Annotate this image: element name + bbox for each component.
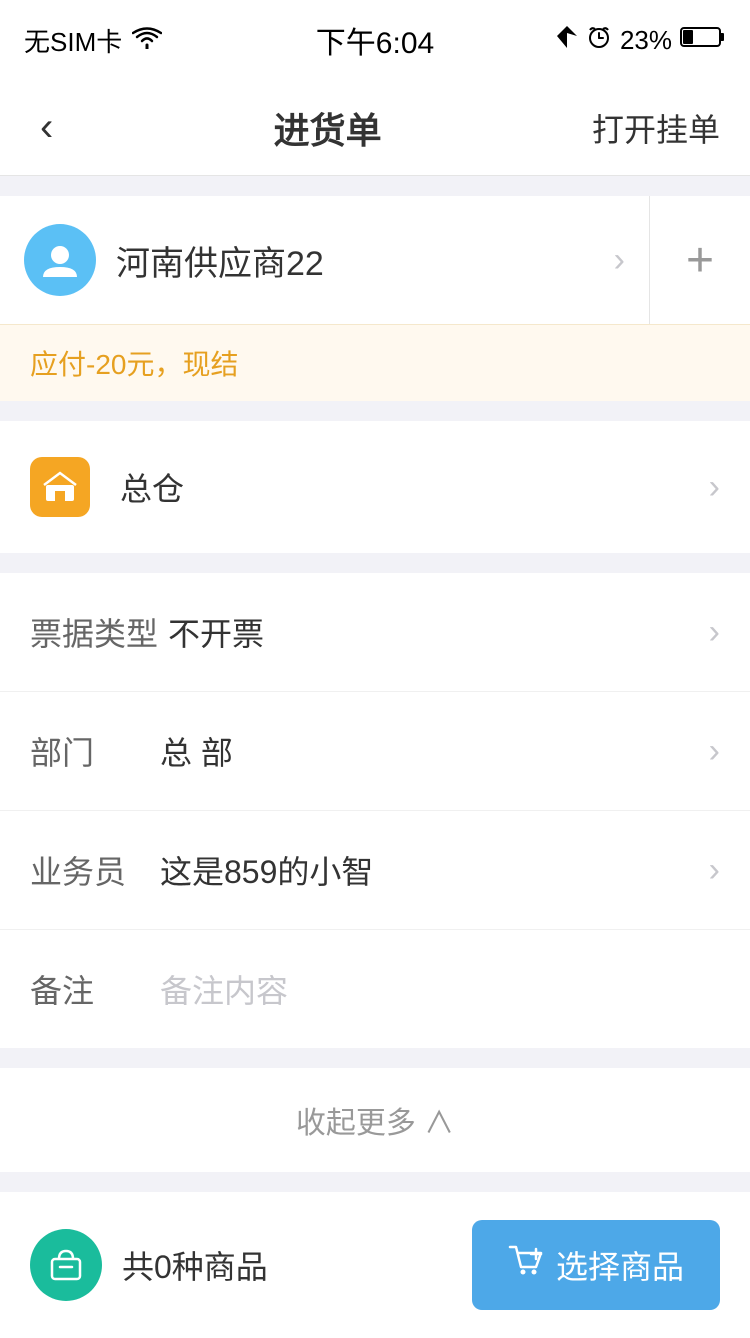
gap-1 [0,176,750,196]
warehouse-name: 总仓 [120,464,699,510]
back-button[interactable]: ‹ [30,95,63,160]
supplier-avatar [24,224,96,296]
add-supplier-button[interactable]: + [650,196,750,324]
department-label: 部门 [30,728,150,774]
select-goods-button[interactable]: 选择商品 [472,1220,720,1310]
remark-row[interactable]: 备注 备注内容 [0,930,750,1048]
salesperson-chevron-icon: › [709,851,720,890]
select-goods-label: 选择商品 [556,1242,684,1288]
battery-label: 23% [620,25,672,56]
wifi-icon [132,25,162,56]
salesperson-label: 业务员 [30,847,150,893]
carrier-label: 无SIM卡 [24,22,122,59]
goods-count: 共0种商品 [122,1242,452,1288]
bottom-section: 共0种商品 选择商品 [0,1192,750,1338]
alarm-icon [586,24,612,57]
battery-icon [680,25,726,56]
warehouse-chevron-icon: › [709,468,720,507]
warehouse-section: 总仓 › [0,421,750,553]
department-value: 总 部 [160,728,699,774]
goods-icon [30,1229,102,1301]
warehouse-icon-bg [30,457,90,517]
invoice-type-row[interactable]: 票据类型 不开票 › [0,573,750,692]
invoice-type-value: 不开票 [168,609,699,655]
open-pending-button[interactable]: 打开挂单 [592,105,720,151]
content: 河南供应商22 › + 应付-20元，现结 总仓 › 票据类型 不开票 › [0,176,750,1338]
location-icon [556,25,578,56]
collapse-row[interactable]: 收起更多 ∧ [0,1068,750,1172]
status-bar: 无SIM卡 下午6:04 23% [0,0,750,80]
supplier-selector[interactable]: 河南供应商22 › [0,196,650,324]
remark-label: 备注 [30,966,150,1012]
remark-input[interactable]: 备注内容 [160,966,720,1012]
warehouse-row[interactable]: 总仓 › [0,421,750,553]
supplier-name: 河南供应商22 [116,236,604,285]
supplier-chevron-icon: › [614,241,625,280]
status-time: 下午6:04 [316,18,434,62]
nav-bar: ‹ 进货单 打开挂单 [0,80,750,176]
invoice-type-label: 票据类型 [30,609,158,655]
department-chevron-icon: › [709,732,720,771]
invoice-type-chevron-icon: › [709,613,720,652]
salesperson-value: 这是859的小智 [160,847,699,893]
collapse-label: 收起更多 ∧ [296,1098,454,1142]
supplier-section: 河南供应商22 › + [0,196,750,324]
department-row[interactable]: 部门 总 部 › [0,692,750,811]
status-left: 无SIM卡 [24,22,162,59]
cart-add-icon [508,1245,544,1285]
page-title: 进货单 [274,102,382,154]
payment-notice: 应付-20元，现结 [0,324,750,401]
salesperson-row[interactable]: 业务员 这是859的小智 › [0,811,750,930]
status-right: 23% [556,24,726,57]
form-section: 票据类型 不开票 › 部门 总 部 › 业务员 这是859的小智 › 备注 备注… [0,573,750,1048]
